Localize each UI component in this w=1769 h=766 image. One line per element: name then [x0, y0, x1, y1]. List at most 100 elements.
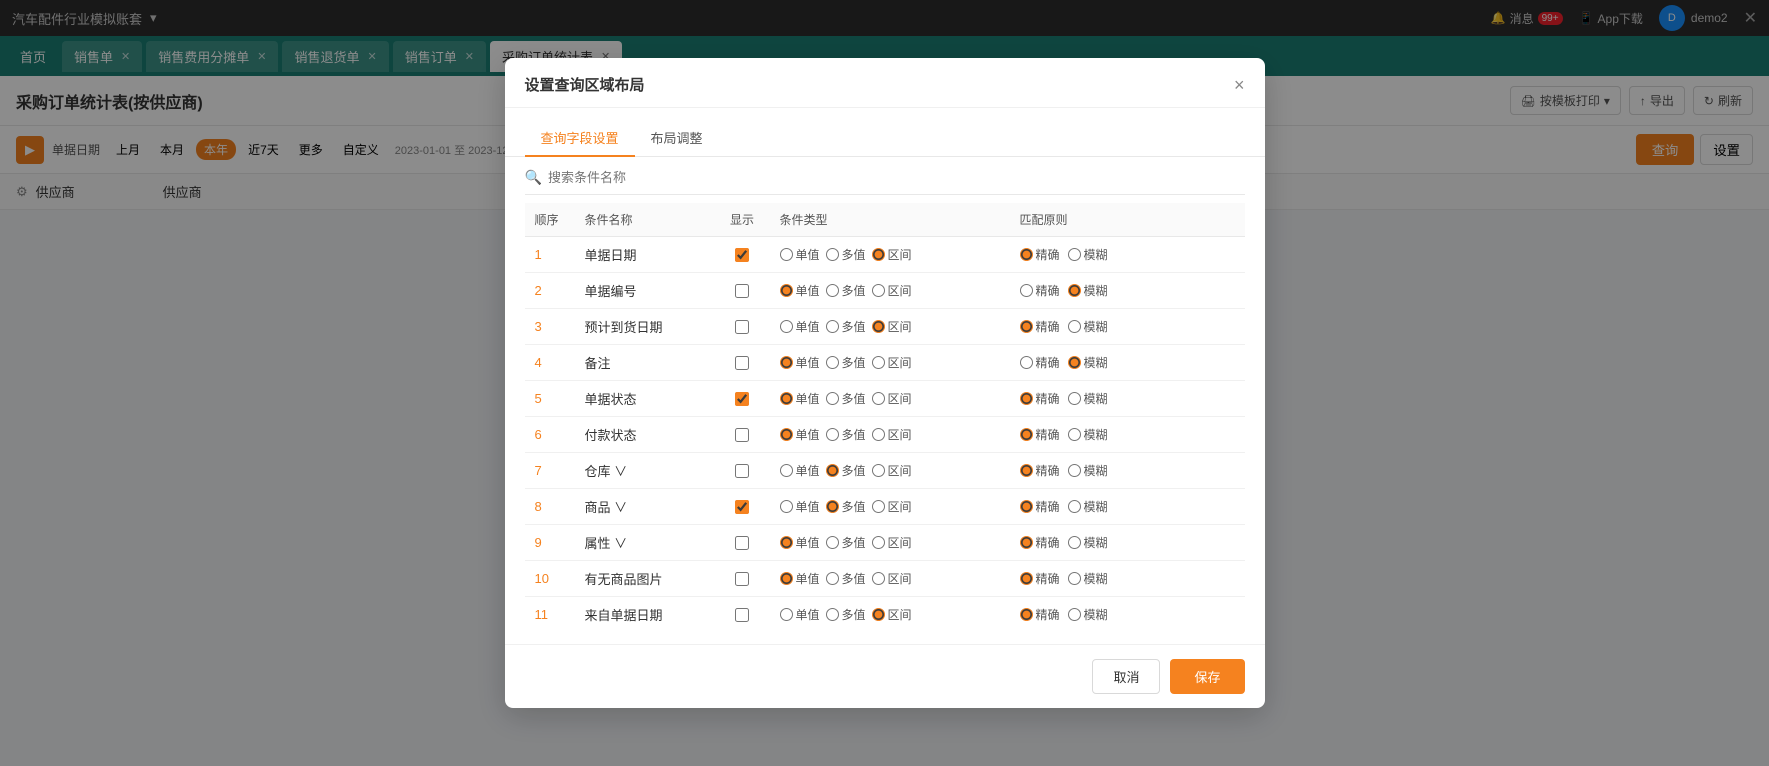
cell-match-rule[interactable]: 精确 模糊 — [1010, 525, 1245, 561]
match-radio-label-模糊[interactable]: 模糊 — [1068, 246, 1108, 263]
save-button[interactable]: 保存 — [1170, 659, 1244, 694]
type-radio-label-区间[interactable]: 区间 — [872, 498, 912, 515]
search-input[interactable] — [548, 170, 1245, 185]
type-radio-label-多值[interactable]: 多值 — [826, 570, 866, 587]
display-checkbox[interactable] — [735, 464, 749, 478]
type-radio-单值[interactable] — [780, 464, 793, 477]
type-radio-区间[interactable] — [872, 248, 885, 261]
match-radio-模糊[interactable] — [1068, 608, 1081, 621]
type-radio-区间[interactable] — [872, 572, 885, 585]
tab-layout-adjust[interactable]: 布局调整 — [635, 120, 719, 157]
type-radio-多值[interactable] — [826, 536, 839, 549]
match-radio-模糊[interactable] — [1068, 356, 1081, 369]
match-radio-label-精确[interactable]: 精确 — [1020, 282, 1060, 299]
type-radio-多值[interactable] — [826, 248, 839, 261]
type-radio-label-单值[interactable]: 单值 — [780, 246, 820, 263]
match-radio-精确[interactable] — [1020, 536, 1033, 549]
match-radio-模糊[interactable] — [1068, 428, 1081, 441]
type-radio-单值[interactable] — [780, 536, 793, 549]
type-radio-label-单值[interactable]: 单值 — [780, 390, 820, 407]
match-radio-精确[interactable] — [1020, 356, 1033, 369]
type-radio-label-多值[interactable]: 多值 — [826, 606, 866, 623]
match-radio-模糊[interactable] — [1068, 284, 1081, 297]
cell-display[interactable] — [715, 453, 770, 489]
cell-display[interactable] — [715, 273, 770, 309]
cell-display[interactable] — [715, 597, 770, 633]
match-radio-label-模糊[interactable]: 模糊 — [1068, 318, 1108, 335]
cell-display[interactable] — [715, 237, 770, 273]
match-radio-精确[interactable] — [1020, 284, 1033, 297]
type-radio-区间[interactable] — [872, 356, 885, 369]
type-radio-区间[interactable] — [872, 500, 885, 513]
match-radio-label-模糊[interactable]: 模糊 — [1068, 390, 1108, 407]
cell-match-rule[interactable]: 精确 模糊 — [1010, 453, 1245, 489]
cell-display[interactable] — [715, 345, 770, 381]
display-checkbox[interactable] — [735, 284, 749, 298]
type-radio-多值[interactable] — [826, 356, 839, 369]
cell-display[interactable] — [715, 525, 770, 561]
cell-match-rule[interactable]: 精确 模糊 — [1010, 309, 1245, 345]
type-radio-label-单值[interactable]: 单值 — [780, 498, 820, 515]
match-radio-label-模糊[interactable]: 模糊 — [1068, 534, 1108, 551]
match-radio-label-模糊[interactable]: 模糊 — [1068, 282, 1108, 299]
match-radio-label-精确[interactable]: 精确 — [1020, 246, 1060, 263]
cancel-button[interactable]: 取消 — [1092, 659, 1160, 694]
match-radio-模糊[interactable] — [1068, 392, 1081, 405]
type-radio-label-区间[interactable]: 区间 — [872, 606, 912, 623]
cell-display[interactable] — [715, 489, 770, 525]
type-radio-多值[interactable] — [826, 428, 839, 441]
cell-condition-type[interactable]: 单值 多值 区间 — [770, 489, 1010, 525]
type-radio-label-多值[interactable]: 多值 — [826, 246, 866, 263]
type-radio-label-单值[interactable]: 单值 — [780, 534, 820, 551]
type-radio-多值[interactable] — [826, 500, 839, 513]
type-radio-label-多值[interactable]: 多值 — [826, 498, 866, 515]
type-radio-区间[interactable] — [872, 284, 885, 297]
type-radio-label-区间[interactable]: 区间 — [872, 282, 912, 299]
type-radio-label-区间[interactable]: 区间 — [872, 246, 912, 263]
match-radio-精确[interactable] — [1020, 500, 1033, 513]
cell-condition-type[interactable]: 单值 多值 区间 — [770, 345, 1010, 381]
type-radio-label-多值[interactable]: 多值 — [826, 354, 866, 371]
type-radio-label-单值[interactable]: 单值 — [780, 318, 820, 335]
cell-match-rule[interactable]: 精确 模糊 — [1010, 237, 1245, 273]
match-radio-精确[interactable] — [1020, 464, 1033, 477]
type-radio-label-单值[interactable]: 单值 — [780, 462, 820, 479]
type-radio-单值[interactable] — [780, 500, 793, 513]
type-radio-区间[interactable] — [872, 464, 885, 477]
type-radio-单值[interactable] — [780, 428, 793, 441]
match-radio-精确[interactable] — [1020, 392, 1033, 405]
cell-condition-type[interactable]: 单值 多值 区间 — [770, 453, 1010, 489]
match-radio-label-模糊[interactable]: 模糊 — [1068, 462, 1108, 479]
type-radio-多值[interactable] — [826, 320, 839, 333]
match-radio-模糊[interactable] — [1068, 536, 1081, 549]
type-radio-label-区间[interactable]: 区间 — [872, 354, 912, 371]
type-radio-区间[interactable] — [872, 608, 885, 621]
match-radio-label-模糊[interactable]: 模糊 — [1068, 426, 1108, 443]
cell-condition-type[interactable]: 单值 多值 区间 — [770, 525, 1010, 561]
match-radio-label-精确[interactable]: 精确 — [1020, 570, 1060, 587]
type-radio-label-单值[interactable]: 单值 — [780, 606, 820, 623]
display-checkbox[interactable] — [735, 248, 749, 262]
match-radio-label-模糊[interactable]: 模糊 — [1068, 606, 1108, 623]
type-radio-区间[interactable] — [872, 428, 885, 441]
match-radio-精确[interactable] — [1020, 572, 1033, 585]
type-radio-多值[interactable] — [826, 572, 839, 585]
type-radio-多值[interactable] — [826, 464, 839, 477]
cell-match-rule[interactable]: 精确 模糊 — [1010, 561, 1245, 597]
type-radio-label-区间[interactable]: 区间 — [872, 426, 912, 443]
cell-condition-type[interactable]: 单值 多值 区间 — [770, 309, 1010, 345]
type-radio-多值[interactable] — [826, 284, 839, 297]
cell-match-rule[interactable]: 精确 模糊 — [1010, 489, 1245, 525]
cell-match-rule[interactable]: 精确 模糊 — [1010, 273, 1245, 309]
type-radio-区间[interactable] — [872, 536, 885, 549]
cell-condition-type[interactable]: 单值 多值 区间 — [770, 237, 1010, 273]
type-radio-单值[interactable] — [780, 572, 793, 585]
type-radio-label-区间[interactable]: 区间 — [872, 462, 912, 479]
display-checkbox[interactable] — [735, 356, 749, 370]
type-radio-label-多值[interactable]: 多值 — [826, 318, 866, 335]
match-radio-label-精确[interactable]: 精确 — [1020, 498, 1060, 515]
match-radio-label-精确[interactable]: 精确 — [1020, 318, 1060, 335]
type-radio-单值[interactable] — [780, 356, 793, 369]
match-radio-label-精确[interactable]: 精确 — [1020, 606, 1060, 623]
type-radio-label-多值[interactable]: 多值 — [826, 534, 866, 551]
